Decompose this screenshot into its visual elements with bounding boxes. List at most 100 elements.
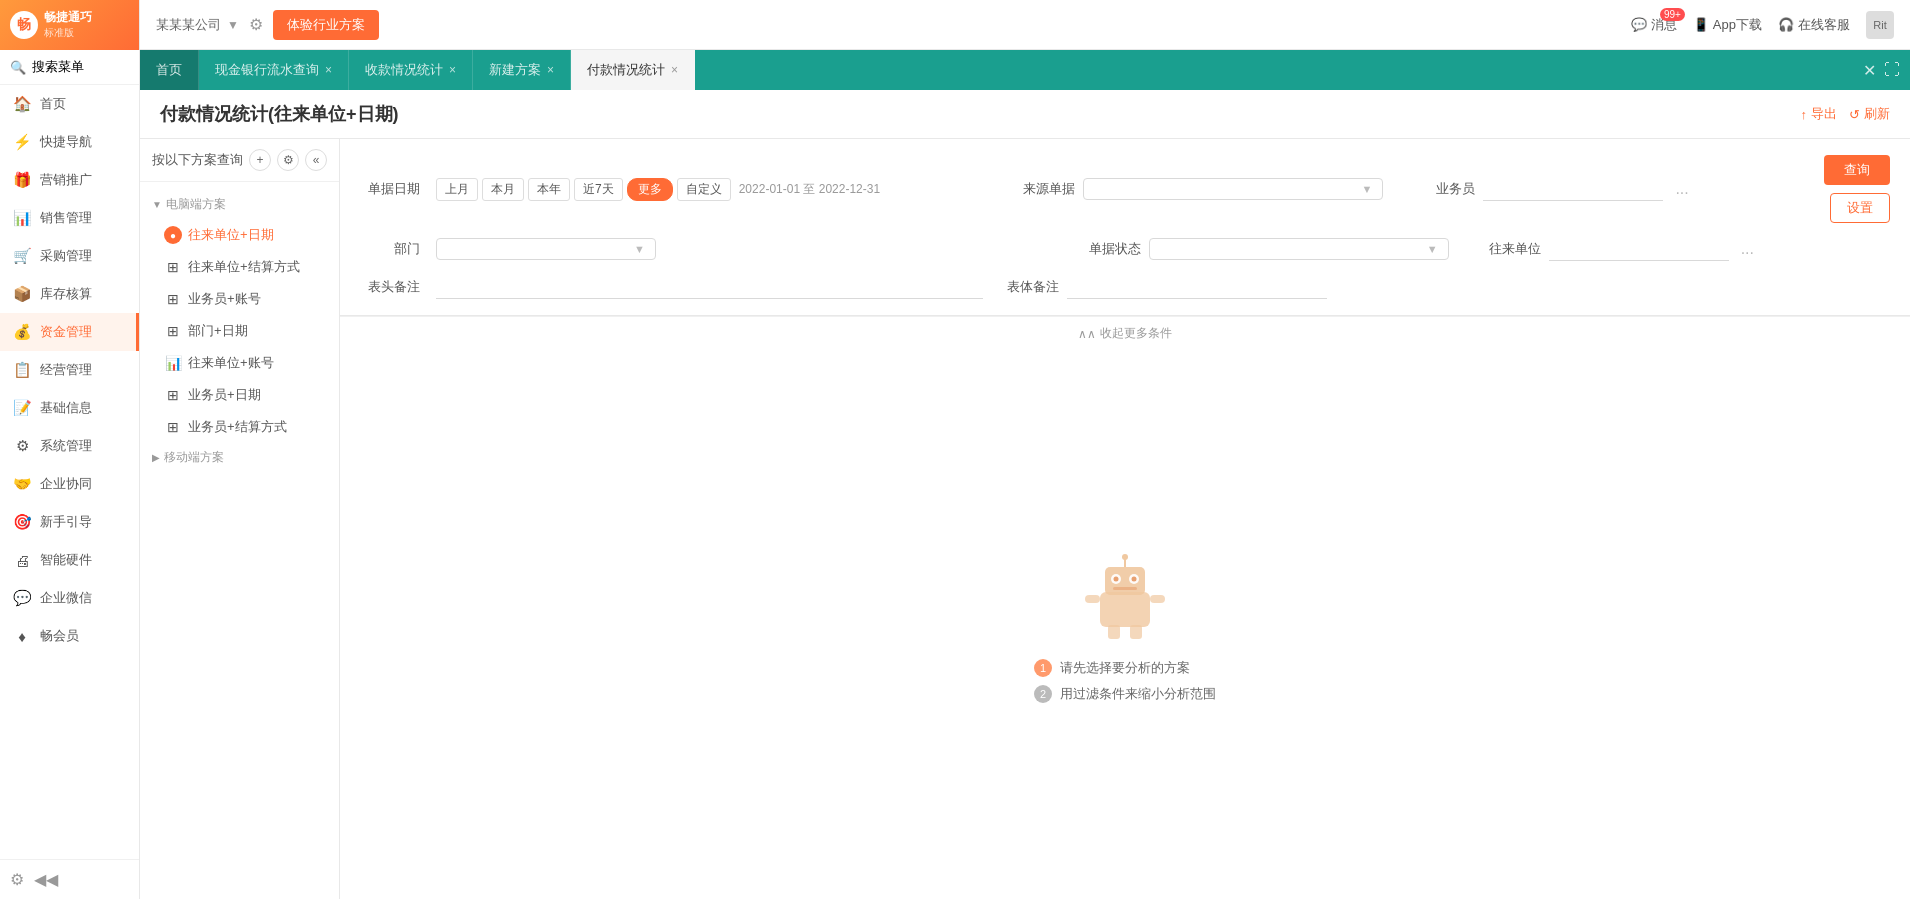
svg-rect-10	[1108, 625, 1120, 639]
tab-new-scheme[interactable]: 新建方案 ×	[473, 50, 571, 90]
online-service-btn[interactable]: 🎧 在线客服	[1778, 16, 1850, 34]
scheme-item-dept-date[interactable]: ⊞ 部门+日期	[140, 315, 339, 347]
sidebar-item-basic[interactable]: 📝 基础信息	[0, 389, 139, 427]
date-btn-more[interactable]: 更多	[627, 178, 673, 201]
trial-btn[interactable]: 体验行业方案	[273, 10, 379, 40]
svg-rect-9	[1150, 595, 1165, 603]
guide-icon: 🎯	[12, 513, 32, 531]
scheme-item-staff-date[interactable]: ⊞ 业务员+日期	[140, 379, 339, 411]
tab-bank-flow[interactable]: 现金银行流水查询 ×	[199, 50, 349, 90]
scheme-item-label: 业务员+日期	[188, 386, 261, 404]
tab-expand-icon[interactable]: ⛶	[1884, 61, 1900, 79]
scheme-settings-btn[interactable]: ⚙	[277, 149, 299, 171]
sidebar-item-label: 库存核算	[40, 285, 92, 303]
sidebar-item-label: 畅会员	[40, 627, 79, 645]
hint-num-1: 1	[1034, 659, 1052, 677]
service-icon: 🎧	[1778, 17, 1794, 32]
table-body-note-input[interactable]	[1067, 275, 1327, 299]
query-btn[interactable]: 查询	[1824, 155, 1890, 185]
tab-close-payment-stat[interactable]: ×	[449, 63, 456, 77]
sidebar-item-label: 经营管理	[40, 361, 92, 379]
settings-btn[interactable]: 设置	[1830, 193, 1890, 223]
counterpart-dots[interactable]: ...	[1741, 240, 1754, 258]
staff-dots[interactable]: ...	[1675, 180, 1688, 198]
wechat-icon: 💬	[12, 589, 32, 607]
settings-icon[interactable]: ⚙	[10, 870, 24, 889]
tab-close-new-scheme[interactable]: ×	[547, 63, 554, 77]
scheme-item-label: 业务员+结算方式	[188, 418, 287, 436]
voucher-status-label: 单据状态	[1081, 240, 1141, 258]
refresh-btn[interactable]: ↺ 刷新	[1849, 105, 1890, 123]
scheme-item-staff-account[interactable]: ⊞ 业务员+账号	[140, 283, 339, 315]
hardware-icon: 🖨	[12, 552, 32, 569]
table-note-input[interactable]	[436, 275, 983, 299]
sidebar-item-inventory[interactable]: 📦 库存核算	[0, 275, 139, 313]
user-avatar[interactable]: Rit	[1866, 11, 1894, 39]
sidebar-item-guide[interactable]: 🎯 新手引导	[0, 503, 139, 541]
inventory-icon: 📦	[12, 285, 32, 303]
query-actions: 查询 设置	[1824, 155, 1890, 223]
svg-rect-11	[1130, 625, 1142, 639]
desktop-category-label: 电脑端方案	[166, 196, 226, 213]
export-btn[interactable]: ↑ 导出	[1801, 105, 1838, 123]
tab-home[interactable]: 首页	[140, 50, 199, 90]
staff-input[interactable]	[1483, 177, 1663, 201]
scheme-table-icon: ⊞	[164, 419, 182, 435]
svg-rect-1	[1105, 567, 1145, 595]
sidebar-item-system[interactable]: ⚙ 系统管理	[0, 427, 139, 465]
account-selector[interactable]: 某某某公司 ▼	[156, 16, 239, 34]
collapse-sidebar-icon[interactable]: ◀◀	[34, 870, 58, 889]
date-btn-this-month[interactable]: 本月	[482, 178, 524, 201]
sidebar-item-marketing[interactable]: 🎁 营销推广	[0, 161, 139, 199]
sidebar-item-wechat[interactable]: 💬 企业微信	[0, 579, 139, 617]
collapse-bar[interactable]: ∧∧ 收起更多条件	[340, 316, 1910, 350]
date-btn-7days[interactable]: 近7天	[574, 178, 623, 201]
scheme-item-counterpart-account[interactable]: 📊 往来单位+账号	[140, 347, 339, 379]
scheme-item-staff-settle[interactable]: ⊞ 业务员+结算方式	[140, 411, 339, 443]
sidebar-item-finance[interactable]: 💰 资金管理	[0, 313, 139, 351]
date-btn-this-year[interactable]: 本年	[528, 178, 570, 201]
date-btn-last-month[interactable]: 上月	[436, 178, 478, 201]
finance-icon: 💰	[12, 323, 32, 341]
header-gear-icon[interactable]: ⚙	[249, 15, 263, 34]
home-icon: 🏠	[12, 95, 32, 113]
message-btn[interactable]: 💬 消息 99+	[1631, 16, 1677, 34]
sidebar-item-sales[interactable]: 📊 销售管理	[0, 199, 139, 237]
sidebar-item-purchase[interactable]: 🛒 采购管理	[0, 237, 139, 275]
refresh-label: 刷新	[1864, 105, 1890, 123]
source-select[interactable]: ▼	[1083, 178, 1383, 200]
scheme-category-mobile[interactable]: ▶ 移动端方案	[140, 443, 339, 472]
sidebar-item-quick-nav[interactable]: ⚡ 快捷导航	[0, 123, 139, 161]
tab-close-all-icon[interactable]: ✕	[1863, 61, 1876, 80]
scheme-table-icon: ⊞	[164, 323, 182, 339]
filter-form: 单据日期 上月 本月 本年 近7天 更多 自定义 2022-01-01 至 20…	[340, 139, 1910, 316]
app-download-btn[interactable]: 📱 App下载	[1693, 16, 1762, 34]
scheme-category-desktop[interactable]: ▼ 电脑端方案	[140, 190, 339, 219]
sidebar-item-corp[interactable]: 🤝 企业协同	[0, 465, 139, 503]
search-menu[interactable]: 🔍 搜索菜单	[0, 50, 139, 85]
dept-label: 部门	[360, 240, 420, 258]
scheme-collapse-btn[interactable]: «	[305, 149, 327, 171]
service-label: 在线客服	[1798, 16, 1850, 34]
svg-rect-8	[1085, 595, 1100, 603]
marketing-icon: 🎁	[12, 171, 32, 189]
empty-hint-2: 2 用过滤条件来缩小分析范围	[1034, 685, 1216, 703]
date-btn-custom[interactable]: 自定义	[677, 178, 731, 201]
add-scheme-btn[interactable]: +	[249, 149, 271, 171]
sidebar-item-member[interactable]: ♦ 畅会员	[0, 617, 139, 655]
scheme-item-label: 往来单位+账号	[188, 354, 274, 372]
tab-pay-stat[interactable]: 付款情况统计 ×	[571, 50, 695, 90]
tab-close-pay-stat[interactable]: ×	[671, 63, 678, 77]
counterpart-input[interactable]	[1549, 237, 1729, 261]
tab-close-bank-flow[interactable]: ×	[325, 63, 332, 77]
scheme-item-counterpart-date[interactable]: ● 往来单位+日期	[140, 219, 339, 251]
filter-row-2: 部门 ▼ 单据状态 ▼ 往来单	[360, 237, 1890, 261]
scheme-item-counterpart-settle[interactable]: ⊞ 往来单位+结算方式	[140, 251, 339, 283]
sidebar-item-operation[interactable]: 📋 经营管理	[0, 351, 139, 389]
scheme-toolbar-label: 按以下方案查询	[152, 151, 243, 169]
sidebar-item-home[interactable]: 🏠 首页	[0, 85, 139, 123]
sidebar-item-hardware[interactable]: 🖨 智能硬件	[0, 541, 139, 579]
tab-payment-stat[interactable]: 收款情况统计 ×	[349, 50, 473, 90]
voucher-status-select[interactable]: ▼	[1149, 238, 1449, 260]
dept-select[interactable]: ▼	[436, 238, 656, 260]
